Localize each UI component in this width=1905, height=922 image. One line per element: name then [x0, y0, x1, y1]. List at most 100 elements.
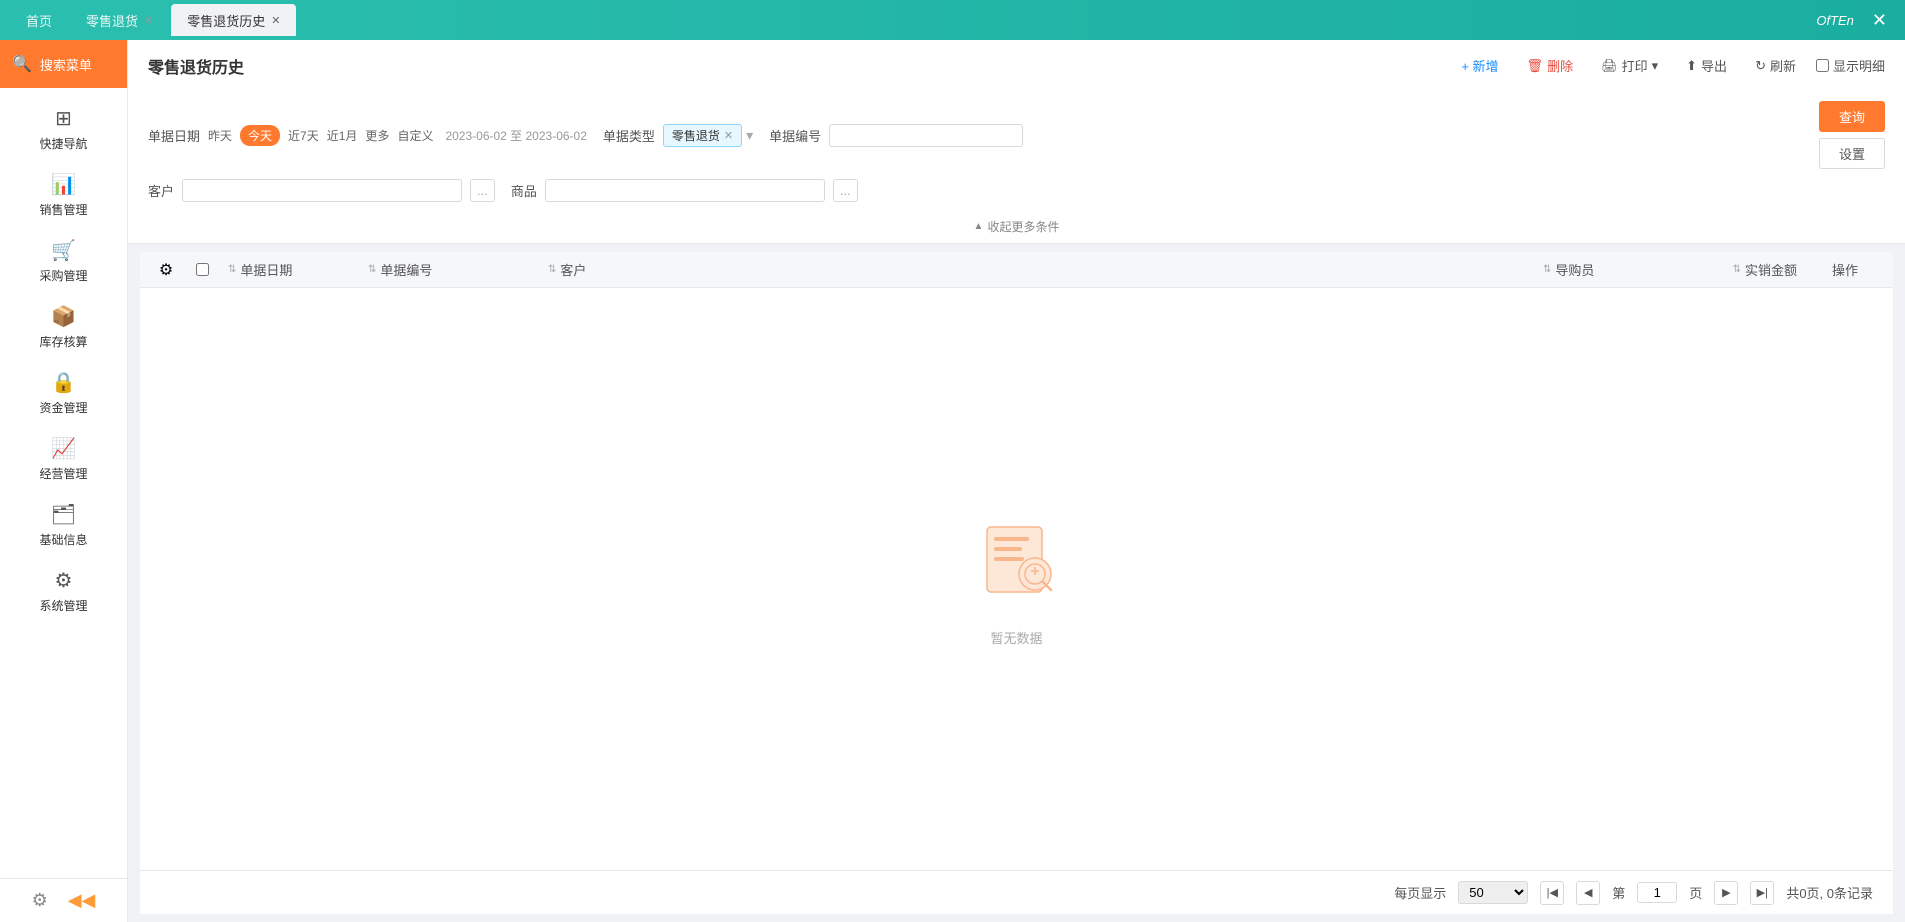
date-filter-label: 单据日期: [148, 126, 200, 145]
page-header: 零售退货历史 + 新增 🗑 删除 🖨 打印 ▾ ⬆ 导出: [128, 40, 1905, 244]
tab-retail-return-history-close[interactable]: ✕: [271, 14, 280, 27]
table-header: ⚙ ⇅ 单据日期 ⇅ 单据编号 ⇅ 客户: [140, 252, 1893, 288]
sidebar-search-label: 搜索菜单: [40, 55, 92, 74]
often-label: OfTEn: [1816, 13, 1854, 28]
settings-button[interactable]: 设置: [1819, 138, 1885, 169]
th-date[interactable]: ⇅ 单据日期: [220, 260, 360, 279]
sidebar-item-inventory[interactable]: 📦 库存核算: [0, 294, 127, 360]
empty-illustration: [967, 512, 1067, 612]
export-icon: ⬆: [1686, 58, 1697, 74]
sidebar-item-finance-mgmt-label: 资金管理: [39, 399, 87, 416]
date-opt-today[interactable]: 今天: [240, 125, 280, 146]
show-detail-checkbox[interactable]: 显示明细: [1816, 56, 1885, 75]
th-customer-label: 客户: [560, 260, 586, 279]
tab-retail-return[interactable]: 零售退货 ✕: [70, 4, 169, 36]
page-next-button[interactable]: ▶: [1714, 881, 1738, 905]
th-guide[interactable]: ⇅ 导购员: [1535, 260, 1685, 279]
query-settings-group: 查询 设置: [1819, 101, 1885, 169]
doc-code-label: 单据编号: [769, 126, 821, 145]
page-number-input[interactable]: [1637, 882, 1677, 903]
sound-icon[interactable]: ◀◀: [68, 890, 96, 911]
tab-retail-return-history[interactable]: 零售退货历史 ✕: [171, 4, 296, 36]
print-button[interactable]: 🖨 打印 ▾: [1593, 52, 1666, 79]
show-detail-label: 显示明细: [1833, 56, 1885, 75]
collapse-bar[interactable]: ▲ 收起更多条件: [148, 212, 1885, 243]
select-all-input[interactable]: [196, 263, 209, 276]
th-action-label: 操作: [1832, 260, 1858, 279]
top-bar: 首页 零售退货 ✕ 零售退货历史 ✕ OfTEn ✕: [0, 0, 1905, 40]
th-amount[interactable]: ⇅ 实销金额: [1685, 260, 1805, 279]
top-bar-right: OfTEn ✕: [1816, 10, 1895, 31]
date-opt-more[interactable]: 更多: [365, 127, 389, 144]
tab-home[interactable]: 首页: [10, 4, 68, 36]
goods-ellipsis-button[interactable]: ...: [833, 179, 858, 202]
th-date-sort-icon: ⇅: [228, 264, 236, 275]
sidebar-search[interactable]: 🔍 搜索菜单: [0, 40, 127, 88]
refresh-button[interactable]: ↻ 刷新: [1747, 52, 1804, 79]
sidebar-bottom: ⚙ ◀◀: [0, 878, 127, 922]
doc-code-input[interactable]: [829, 124, 1023, 147]
date-filter-options: 昨天 今天 近7天 近1月 更多 自定义: [208, 125, 433, 146]
sidebar-item-sales-mgmt-label: 销售管理: [39, 201, 87, 218]
date-opt-1month[interactable]: 近1月: [327, 127, 358, 144]
sidebar-item-inventory-label: 库存核算: [39, 333, 87, 350]
th-guide-label: 导购员: [1555, 260, 1594, 279]
table-settings-icon[interactable]: ⚙: [148, 260, 184, 280]
export-button[interactable]: ⬆ 导出: [1678, 52, 1735, 79]
page-title: 零售退货历史: [148, 54, 244, 78]
tab-home-label: 首页: [26, 11, 52, 30]
doc-type-tag: 零售退货 ✕: [663, 124, 742, 147]
table-select-all-checkbox[interactable]: [184, 263, 220, 276]
show-detail-input[interactable]: [1816, 59, 1829, 72]
page-label-suffix: 页: [1689, 883, 1702, 902]
inventory-icon: 📦: [51, 304, 76, 329]
customer-ellipsis-button[interactable]: ...: [470, 179, 495, 202]
collapse-label: 收起更多条件: [987, 218, 1059, 235]
date-opt-7days[interactable]: 近7天: [288, 127, 319, 144]
th-code-sort-icon: ⇅: [368, 264, 376, 275]
empty-text: 暂无数据: [990, 628, 1042, 647]
date-opt-yesterday[interactable]: 昨天: [208, 127, 232, 144]
goods-input[interactable]: [545, 179, 825, 202]
sidebar-item-operations[interactable]: 📈 经营管理: [0, 426, 127, 492]
date-opt-custom[interactable]: 自定义: [397, 127, 433, 144]
customer-input[interactable]: [182, 179, 462, 202]
th-code[interactable]: ⇅ 单据编号: [360, 260, 540, 279]
sales-mgmt-icon: 📊: [51, 172, 76, 197]
sidebar-item-purchase-mgmt[interactable]: 🛒 采购管理: [0, 228, 127, 294]
refresh-icon: ↻: [1755, 58, 1766, 74]
tab-retail-return-close[interactable]: ✕: [144, 14, 153, 27]
filter-area: 单据日期 昨天 今天 近7天 近1月 更多 自定义 2023-06-02 至 2…: [148, 91, 1885, 243]
doc-type-dropdown-icon[interactable]: ▾: [746, 127, 753, 144]
sidebar-item-purchase-mgmt-label: 采购管理: [39, 267, 87, 284]
sidebar-item-basic-info[interactable]: 🗂 基础信息: [0, 492, 127, 558]
doc-code-filter-item: 单据编号: [769, 124, 1023, 147]
page-size-select[interactable]: 50 100 200: [1458, 881, 1528, 904]
new-button[interactable]: + 新增: [1453, 52, 1506, 79]
query-button[interactable]: 查询: [1819, 101, 1885, 132]
doc-type-tag-container: 零售退货 ✕ ▾: [663, 124, 753, 147]
gear-icon[interactable]: ⚙: [32, 890, 48, 911]
page-first-button[interactable]: |◀: [1540, 881, 1564, 905]
system-mgmt-icon: ⚙: [55, 568, 73, 593]
th-action: 操作: [1805, 260, 1885, 279]
goods-filter-item: 商品 ...: [511, 179, 858, 202]
pagination-bar: 每页显示 50 100 200 |◀ ◀ 第 页 ▶ ▶| 共0页, 0条记录: [140, 870, 1893, 914]
doc-type-label: 单据类型: [603, 126, 655, 145]
page-prev-button[interactable]: ◀: [1576, 881, 1600, 905]
sidebar-item-system-mgmt[interactable]: ⚙ 系统管理: [0, 558, 127, 624]
sidebar-item-quick-nav[interactable]: ⊞ 快捷导航: [0, 96, 127, 162]
purchase-mgmt-icon: 🛒: [51, 238, 76, 263]
page-last-button[interactable]: ▶|: [1750, 881, 1774, 905]
sidebar-item-operations-label: 经营管理: [39, 465, 87, 482]
sidebar-item-finance-mgmt[interactable]: 🔒 资金管理: [0, 360, 127, 426]
sidebar-item-sales-mgmt[interactable]: 📊 销售管理: [0, 162, 127, 228]
doc-type-tag-close[interactable]: ✕: [724, 129, 733, 142]
page-size-label: 每页显示: [1394, 883, 1446, 902]
th-customer[interactable]: ⇅ 客户: [540, 260, 1535, 279]
tab-list: 首页 零售退货 ✕ 零售退货历史 ✕: [10, 4, 1816, 36]
delete-button[interactable]: 🗑 删除: [1519, 52, 1582, 79]
close-window-button[interactable]: ✕: [1864, 10, 1895, 31]
delete-icon: 🗑: [1527, 58, 1544, 74]
page-label-prefix: 第: [1612, 883, 1625, 902]
